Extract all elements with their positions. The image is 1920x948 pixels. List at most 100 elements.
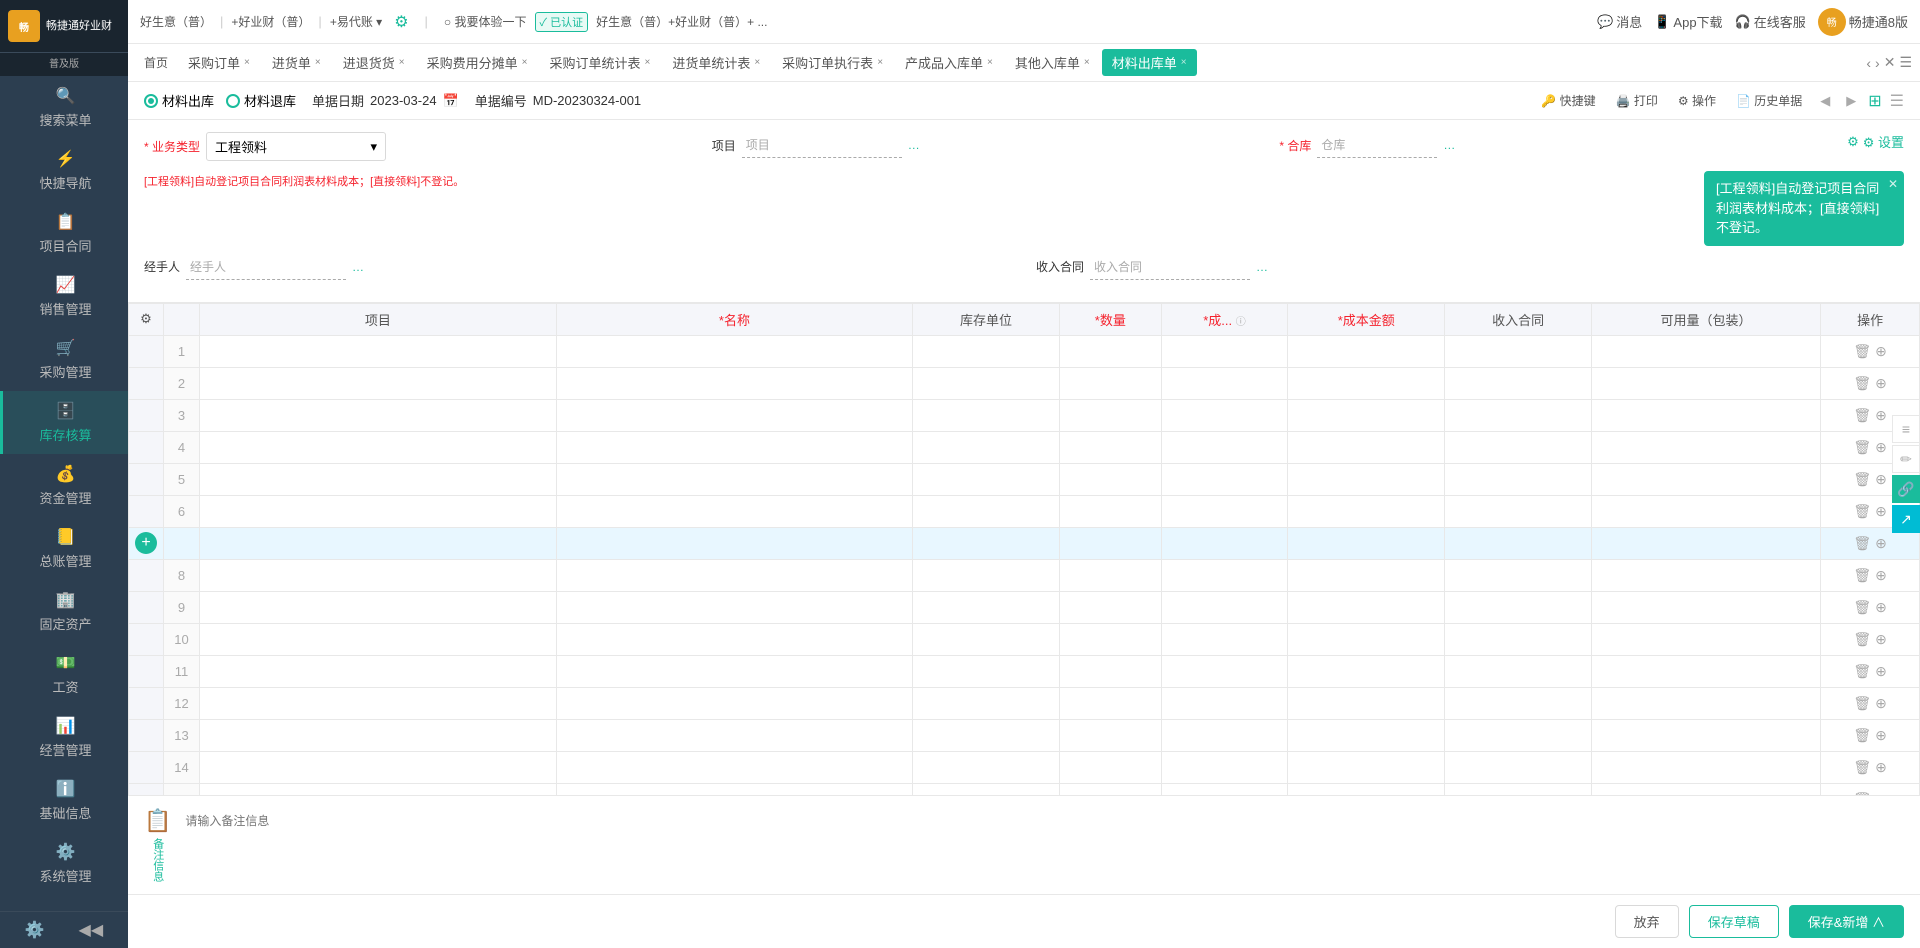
tab-finished-goods[interactable]: 产成品入库单 × — [895, 49, 1003, 76]
handler-input[interactable]: 经手人 — [186, 254, 346, 280]
cell-name[interactable] — [556, 463, 913, 495]
tab-incoming-close[interactable]: × — [315, 57, 321, 68]
topbar-nav-good-biz[interactable]: 好生意（普） — [140, 13, 212, 30]
tab-other-stock-in[interactable]: 其他入库单 × — [1005, 49, 1100, 76]
cell-name[interactable] — [556, 495, 913, 527]
history-btn[interactable]: 📄 历史单据 — [1730, 90, 1808, 111]
cell-cost[interactable] — [1161, 367, 1287, 399]
input-add-col2[interactable] — [563, 537, 907, 551]
cell-project[interactable] — [200, 431, 557, 463]
tab-scroll-right[interactable]: › — [1875, 54, 1880, 71]
copy-row-btn[interactable]: ⊕ — [1875, 407, 1887, 424]
cell-cost-amt[interactable] — [1288, 335, 1445, 367]
cell-input-add-1[interactable] — [200, 527, 557, 559]
tab-incoming-return-close[interactable]: × — [399, 57, 405, 68]
discard-button[interactable]: 放弃 — [1615, 905, 1679, 938]
cell-input-add-6[interactable] — [1288, 527, 1445, 559]
cell-input-add-4[interactable] — [1059, 527, 1161, 559]
topbar-message[interactable]: 💬 消息 — [1597, 12, 1642, 31]
cell-qty[interactable] — [1059, 463, 1161, 495]
sidebar-item-system[interactable]: ⚙️ 系统管理 — [0, 832, 128, 895]
settings-bottom-icon[interactable]: ⚙️ — [25, 920, 45, 940]
tab-scroll-left[interactable]: ‹ — [1866, 54, 1871, 71]
sidebar-item-ledger[interactable]: 📒 总账管理 — [0, 517, 128, 580]
delete-row-btn[interactable]: 🗑 — [1853, 375, 1871, 392]
cell-project[interactable] — [200, 495, 557, 527]
list-view-icon[interactable]: ☰ — [1890, 91, 1904, 111]
business-type-select[interactable]: 工程领料 ▾ — [206, 132, 386, 161]
radio-material-out[interactable]: 材料出库 — [144, 91, 214, 110]
tab-purchase-order[interactable]: 采购订单 × — [178, 49, 260, 76]
tab-material-out[interactable]: 材料出库单 × — [1102, 49, 1197, 76]
cell-cost[interactable] — [1161, 463, 1287, 495]
delete-row-btn[interactable]: 🗑 — [1853, 631, 1871, 648]
topbar-online-service[interactable]: 🎧 在线客服 — [1735, 12, 1806, 31]
cell-qty[interactable] — [1059, 399, 1161, 431]
income-contract-dots-btn[interactable]: … — [1256, 260, 1268, 274]
cell-income-contract[interactable] — [1445, 399, 1592, 431]
save-draft-button[interactable]: 保存草稿 — [1689, 905, 1779, 938]
cell-available[interactable] — [1591, 399, 1820, 431]
sidebar-item-inventory[interactable]: 🗄️ 库存核算 — [0, 391, 128, 454]
topbar-extra-nav[interactable]: 好生意（普）+好业财（普）+ ... — [596, 13, 767, 30]
cell-cost[interactable] — [1161, 495, 1287, 527]
copy-row-btn[interactable]: ⊕ — [1875, 631, 1887, 648]
copy-row-btn[interactable]: ⊕ — [1875, 695, 1887, 712]
cell-income-contract[interactable] — [1445, 495, 1592, 527]
copy-row-btn[interactable]: ⊕ — [1875, 663, 1887, 680]
input-add-col1[interactable] — [206, 537, 550, 551]
tab-purchase-exec-close[interactable]: × — [877, 57, 883, 68]
cell-income-contract[interactable] — [1445, 367, 1592, 399]
cell-project[interactable] — [200, 335, 557, 367]
tab-purchase-fee-close[interactable]: × — [522, 57, 528, 68]
cell-available[interactable] — [1591, 367, 1820, 399]
cell-qty[interactable] — [1059, 495, 1161, 527]
cell-available[interactable] — [1591, 335, 1820, 367]
cell-cost-amt[interactable] — [1288, 399, 1445, 431]
cell-income-contract[interactable] — [1445, 335, 1592, 367]
topbar-trial[interactable]: ○ 我要体验一下 — [444, 13, 527, 30]
topbar-app-download[interactable]: 📱 App下载 — [1654, 12, 1722, 31]
delete-row-btn[interactable]: 🗑 — [1853, 695, 1871, 712]
settings-btn[interactable]: ⚙ ⚙ 设置 — [1847, 132, 1904, 151]
operations-btn[interactable]: ⚙ 操作 — [1672, 90, 1722, 111]
cell-available[interactable] — [1591, 463, 1820, 495]
cell-qty[interactable] — [1059, 431, 1161, 463]
right-float-link-btn[interactable]: 🔗 — [1892, 475, 1920, 503]
copy-row-btn[interactable]: ⊕ — [1875, 759, 1887, 776]
cell-cost-amt[interactable] — [1288, 431, 1445, 463]
tab-menu[interactable]: ☰ — [1899, 54, 1912, 71]
project-input[interactable]: 项目 — [742, 132, 902, 158]
tab-purchase-fee[interactable]: 采购费用分摊单 × — [417, 49, 538, 76]
topbar-settings-icon[interactable]: ⚙ — [394, 12, 408, 32]
cell-input-add-3[interactable] — [913, 527, 1060, 559]
sidebar-item-basic[interactable]: ℹ️ 基础信息 — [0, 769, 128, 832]
delete-row-btn[interactable]: 🗑 — [1853, 471, 1871, 488]
cell-qty[interactable] — [1059, 367, 1161, 399]
topbar-nav-good-finance[interactable]: +好业财（普） — [231, 13, 310, 30]
cell-available[interactable] — [1591, 495, 1820, 527]
tab-close-all[interactable]: ✕ — [1884, 54, 1896, 71]
sidebar-item-ops[interactable]: 📊 经营管理 — [0, 706, 128, 769]
sidebar-item-search[interactable]: 🔍 搜索菜单 — [0, 76, 128, 139]
cell-available[interactable] — [1591, 431, 1820, 463]
grid-view-icon[interactable]: ⊞ — [1868, 91, 1881, 111]
income-contract-input[interactable]: 收入合同 — [1090, 254, 1250, 280]
notes-input[interactable] — [181, 808, 1904, 848]
right-float-expand-btn[interactable]: ↗ — [1892, 505, 1920, 533]
cell-cost-amt[interactable] — [1288, 367, 1445, 399]
cell-input-add-8[interactable] — [1591, 527, 1820, 559]
cell-unit[interactable] — [913, 495, 1060, 527]
cell-qty[interactable] — [1059, 335, 1161, 367]
tab-incoming-stats[interactable]: 进货单统计表 × — [662, 49, 770, 76]
delete-row-btn[interactable]: 🗑 — [1853, 343, 1871, 360]
cell-name[interactable] — [556, 367, 913, 399]
cell-cost-amt[interactable] — [1288, 495, 1445, 527]
copy-row-btn[interactable]: ⊕ — [1875, 375, 1887, 392]
cell-name[interactable] — [556, 431, 913, 463]
print-btn[interactable]: 🖨️ 打印 — [1610, 90, 1664, 111]
cell-cost[interactable] — [1161, 335, 1287, 367]
cell-project[interactable] — [200, 367, 557, 399]
tab-incoming[interactable]: 进货单 × — [262, 49, 331, 76]
cell-name[interactable] — [556, 399, 913, 431]
